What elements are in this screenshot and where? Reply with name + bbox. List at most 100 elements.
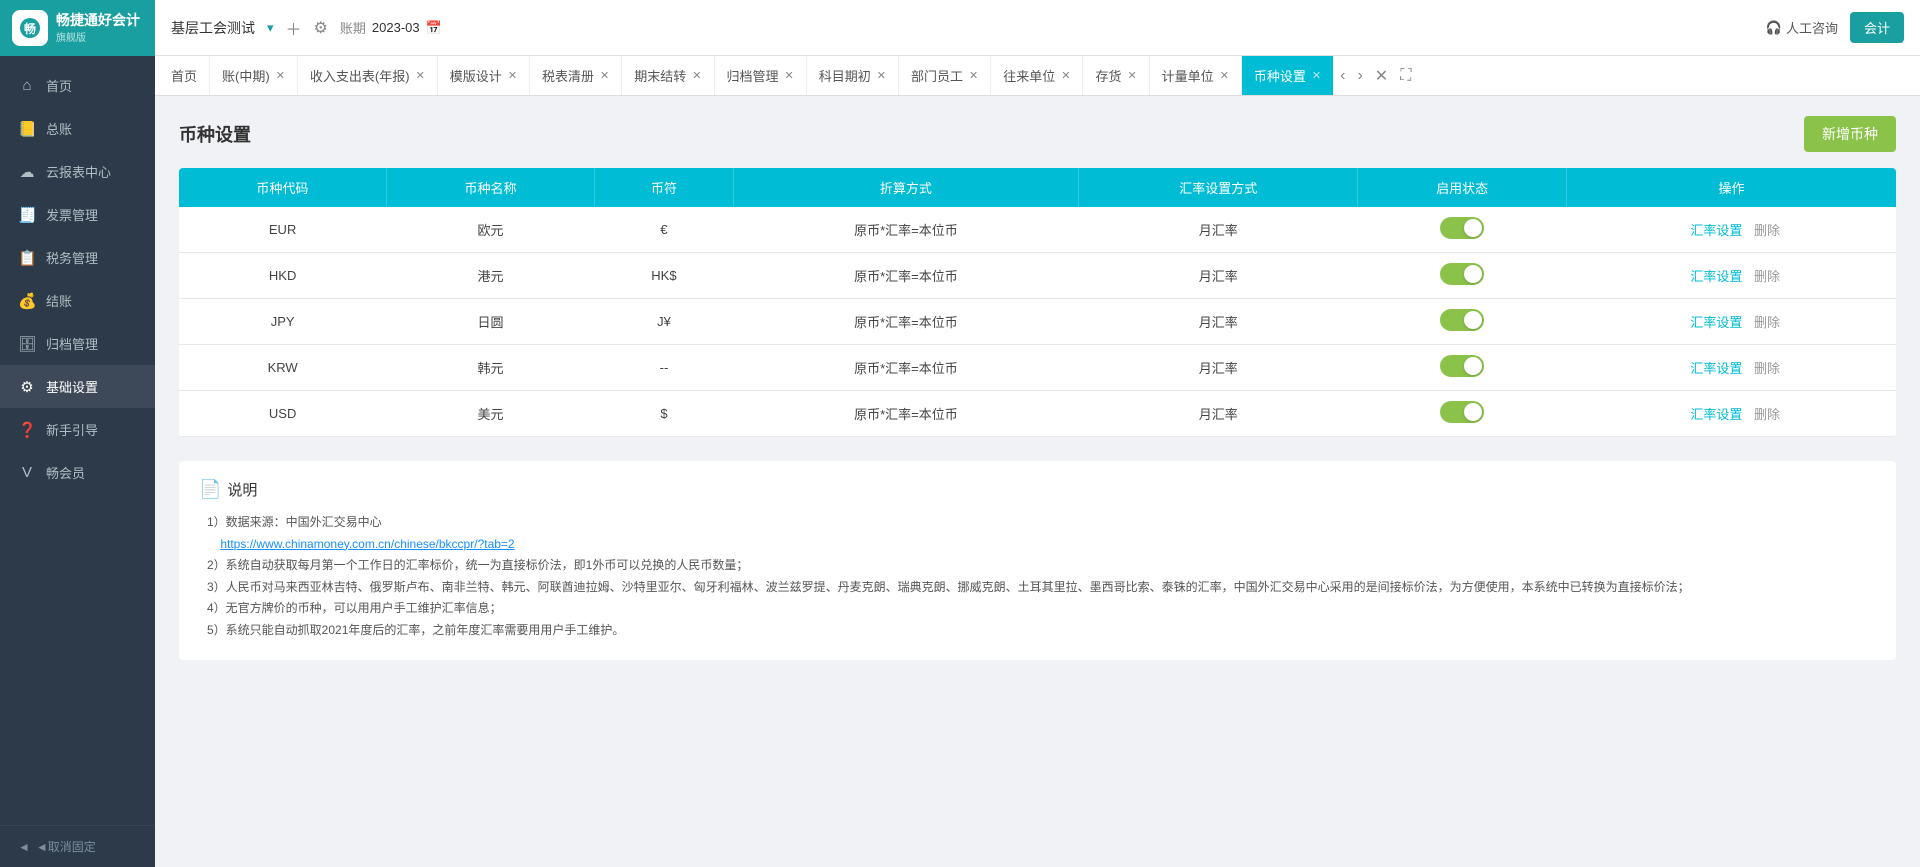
support-btn[interactable]: 🎧 人工咨询 bbox=[1766, 18, 1838, 37]
notice-title: 📄 说明 bbox=[199, 479, 1876, 500]
sidebar-item-archive[interactable]: 🗄 归档管理 bbox=[0, 322, 155, 365]
tab-label-5: 期末结转 bbox=[634, 66, 686, 85]
delete-btn-1[interactable]: 删除 bbox=[1754, 269, 1780, 284]
new-currency-btn[interactable]: 新增币种 bbox=[1804, 116, 1896, 152]
support-label: 人工咨询 bbox=[1786, 18, 1838, 37]
calendar-icon[interactable]: 📅 bbox=[426, 20, 442, 36]
tab-5[interactable]: 期末结转 ✕ bbox=[622, 56, 714, 96]
tab-close-6[interactable]: ✕ bbox=[785, 69, 794, 82]
cell-enabled-4 bbox=[1358, 391, 1567, 437]
basic-label: 基础设置 bbox=[46, 377, 98, 396]
col-header-0: 币种代码 bbox=[179, 168, 386, 207]
tab-close-8[interactable]: ✕ bbox=[969, 69, 978, 82]
tab-6[interactable]: 归档管理✕ bbox=[715, 56, 807, 96]
tab-close-10[interactable]: ✕ bbox=[1127, 69, 1136, 82]
sidebar-item-tax[interactable]: 📋 税务管理 bbox=[0, 236, 155, 279]
user-role-btn[interactable]: 会计 bbox=[1850, 12, 1904, 43]
delete-btn-4[interactable]: 删除 bbox=[1754, 407, 1780, 422]
cell-name-3: 韩元 bbox=[386, 345, 595, 391]
tab-close-9[interactable]: ✕ bbox=[1061, 69, 1070, 82]
tab-close-all[interactable]: ✕ bbox=[1369, 56, 1394, 96]
rate-setting-btn-2[interactable]: 汇率设置 bbox=[1690, 315, 1742, 330]
cell-symbol-3: -- bbox=[595, 345, 733, 391]
sidebar-item-settle[interactable]: 💰 结账 bbox=[0, 279, 155, 322]
guide-label: 新手引导 bbox=[46, 420, 98, 439]
settle-icon: 💰 bbox=[18, 292, 36, 310]
toggle-1[interactable] bbox=[1440, 263, 1484, 285]
sidebar-item-reports[interactable]: ☁ 云报表中心 bbox=[0, 150, 155, 193]
tab-label-4: 税表清册 bbox=[542, 66, 594, 85]
tab-12[interactable]: 币种设置 ✕ bbox=[1242, 56, 1334, 96]
tab-2[interactable]: 收入支出表(年报)✕ bbox=[298, 56, 438, 96]
cell-method-0: 原币*汇率=本位币 bbox=[733, 207, 1079, 253]
tab-close-4[interactable]: ✕ bbox=[600, 69, 609, 82]
toggle-2[interactable] bbox=[1440, 309, 1484, 331]
rate-setting-btn-0[interactable]: 汇率设置 bbox=[1690, 223, 1742, 238]
rate-setting-btn-1[interactable]: 汇率设置 bbox=[1690, 269, 1742, 284]
tab-close-7[interactable]: ✕ bbox=[877, 69, 886, 82]
cell-name-2: 日圆 bbox=[386, 299, 595, 345]
delete-btn-0[interactable]: 删除 bbox=[1754, 223, 1780, 238]
delete-btn-2[interactable]: 删除 bbox=[1754, 315, 1780, 330]
tab-close-12[interactable]: ✕ bbox=[1312, 69, 1321, 82]
cell-action-0: 汇率设置 删除 bbox=[1566, 207, 1896, 253]
notice-item-0: 1）数据来源：中国外汇交易中心 bbox=[199, 512, 1876, 534]
app-version: 旗舰版 bbox=[56, 29, 140, 44]
svg-text:畅: 畅 bbox=[24, 21, 36, 36]
tab-7[interactable]: 科目期初✕ bbox=[807, 56, 899, 96]
tab-8[interactable]: 部门员工✕ bbox=[899, 56, 991, 96]
toggle-3[interactable] bbox=[1440, 355, 1484, 377]
tab-10[interactable]: 存货✕ bbox=[1083, 56, 1149, 96]
cell-rate-type-3: 月汇率 bbox=[1079, 345, 1358, 391]
tab-0[interactable]: 首页 bbox=[159, 56, 210, 96]
tab-3[interactable]: 模版设计✕ bbox=[438, 56, 530, 96]
sidebar-pin-toggle[interactable]: ◄ ◄取消固定 bbox=[0, 825, 155, 867]
tab-close-2[interactable]: ✕ bbox=[416, 69, 425, 82]
sidebar-item-guide[interactable]: ❓ 新手引导 bbox=[0, 408, 155, 451]
tab-4[interactable]: 税表清册 ✕ bbox=[530, 56, 622, 96]
tab-close-5[interactable]: ✕ bbox=[692, 69, 701, 82]
sidebar-item-invoice[interactable]: 🧾 发票管理 bbox=[0, 193, 155, 236]
toggle-4[interactable] bbox=[1440, 401, 1484, 423]
tab-11[interactable]: 计量单位✕ bbox=[1150, 56, 1242, 96]
add-company-btn[interactable]: ＋ bbox=[286, 16, 302, 40]
cell-rate-type-1: 月汇率 bbox=[1079, 253, 1358, 299]
sidebar-item-home[interactable]: ⌂ 首页 bbox=[0, 64, 155, 107]
cell-enabled-0 bbox=[1358, 207, 1567, 253]
reports-icon: ☁ bbox=[18, 163, 36, 181]
settings-icon[interactable]: ⚙ bbox=[314, 18, 328, 38]
notice-link[interactable]: https://www.chinamoney.com.cn/chinese/bk… bbox=[220, 537, 514, 551]
home-icon: ⌂ bbox=[18, 77, 36, 94]
rate-setting-btn-4[interactable]: 汇率设置 bbox=[1690, 407, 1742, 422]
tab-scroll-left[interactable]: ‹ bbox=[1334, 56, 1351, 96]
tab-close-11[interactable]: ✕ bbox=[1220, 69, 1229, 82]
cell-code-3: KRW bbox=[179, 345, 386, 391]
tax-label: 税务管理 bbox=[46, 248, 98, 267]
sidebar-item-ledger[interactable]: 📒 总账 bbox=[0, 107, 155, 150]
company-dropdown[interactable]: ▾ bbox=[267, 20, 274, 36]
archive-icon: 🗄 bbox=[18, 335, 36, 353]
tab-1[interactable]: 账(中期)✕ bbox=[210, 56, 298, 96]
invoice-label: 发票管理 bbox=[46, 205, 98, 224]
toggle-track-3 bbox=[1440, 355, 1484, 377]
col-header-6: 操作 bbox=[1566, 168, 1896, 207]
notice-item-4: 4）无官方牌价的币种，可以用用户手工维护汇率信息； bbox=[199, 598, 1876, 620]
app-logo: 畅 畅捷通好会计 旗舰版 bbox=[0, 0, 155, 56]
tab-maximize[interactable]: ⛶ bbox=[1394, 56, 1417, 96]
rate-setting-btn-3[interactable]: 汇率设置 bbox=[1690, 361, 1742, 376]
main-area: 基层工会测试 ▾ ＋ ⚙ 账期 2023-03 📅 🎧 人工咨询 会计 首页账(… bbox=[155, 0, 1920, 867]
table-header: 币种代码币种名称币符折算方式汇率设置方式启用状态操作 bbox=[179, 168, 1896, 207]
toggle-0[interactable] bbox=[1440, 217, 1484, 239]
tab-label-12: 币种设置 bbox=[1254, 66, 1306, 85]
col-header-3: 折算方式 bbox=[733, 168, 1079, 207]
sidebar-item-basic[interactable]: ⚙ 基础设置 bbox=[0, 365, 155, 408]
tab-scroll-right[interactable]: › bbox=[1351, 56, 1368, 96]
delete-btn-3[interactable]: 删除 bbox=[1754, 361, 1780, 376]
tab-close-3[interactable]: ✕ bbox=[508, 69, 517, 82]
tab-close-1[interactable]: ✕ bbox=[276, 69, 285, 82]
notice-list: 1）数据来源：中国外汇交易中心 https://www.chinamoney.c… bbox=[199, 512, 1876, 642]
tab-9[interactable]: 往来单位✕ bbox=[991, 56, 1083, 96]
sidebar-item-member[interactable]: V 畅会员 bbox=[0, 451, 155, 494]
pin-label: ◄取消固定 bbox=[36, 838, 96, 855]
period-display: 账期 2023-03 📅 bbox=[340, 18, 442, 37]
